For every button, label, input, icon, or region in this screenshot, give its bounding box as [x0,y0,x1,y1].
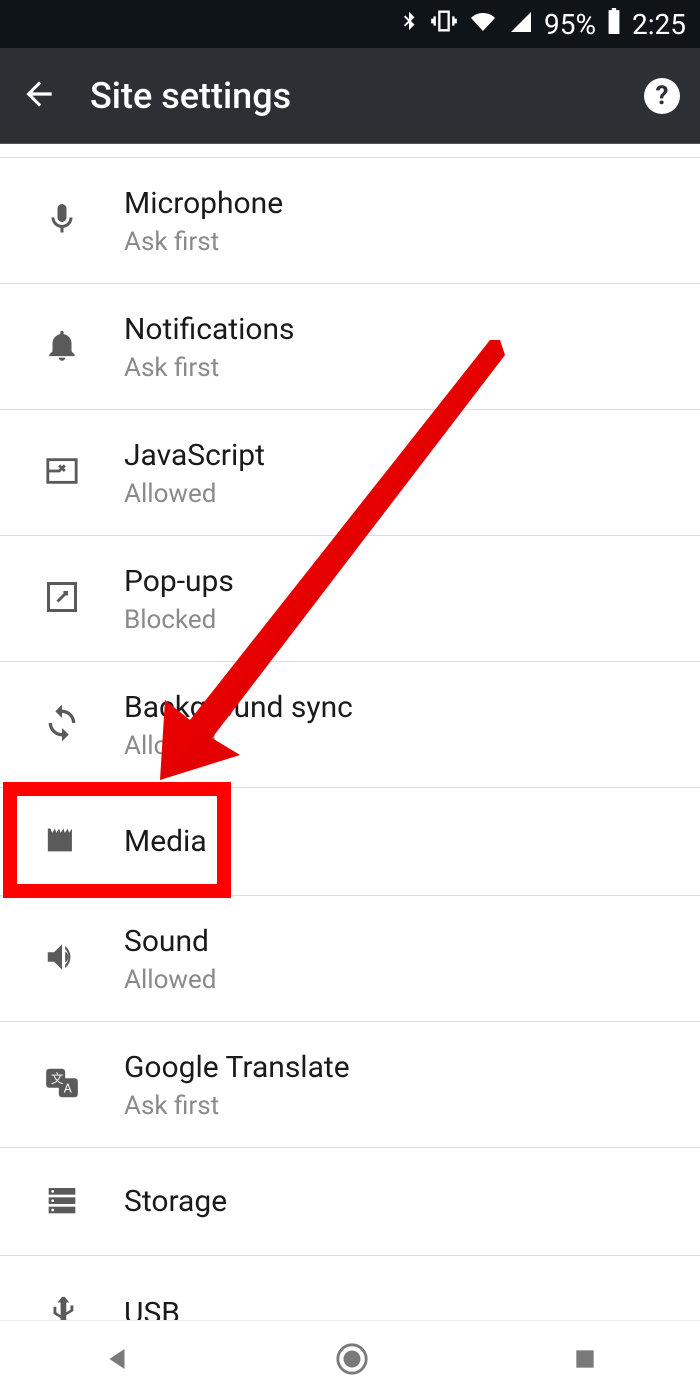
status-icons: 95% 2:25 [398,7,686,42]
item-status: Ask first [124,227,680,257]
item-status: Allowed [124,479,680,509]
item-label: Google Translate [124,1048,680,1087]
vibrate-icon [430,7,458,42]
item-status: Blocked [124,605,680,635]
navigation-bar [0,1320,700,1400]
item-javascript[interactable]: JavaScript Allowed [0,410,700,536]
item-popups[interactable]: Pop-ups Blocked [0,536,700,662]
bluetooth-icon [398,7,420,42]
bell-icon [43,325,81,369]
battery-percent: 95% [544,8,596,41]
microphone-icon [44,198,80,244]
back-icon[interactable] [20,75,58,117]
item-label: Background sync [124,688,680,727]
signal-icon [508,8,534,41]
item-notifications[interactable]: Notifications Ask first [0,284,700,410]
item-status: Allowed [124,965,680,995]
sound-icon [42,938,82,980]
item-label: Pop-ups [124,562,680,601]
clock-text: 2:25 [632,8,686,41]
status-bar: 95% 2:25 [0,0,700,48]
translate-icon: 文A [42,1064,82,1106]
top-divider [0,144,700,158]
item-background-sync[interactable]: Background sync Allowed [0,662,700,788]
item-google-translate[interactable]: 文A Google Translate Ask first [0,1022,700,1148]
settings-list: Microphone Ask first Notifications Ask f… [0,158,700,1370]
item-label: JavaScript [124,436,680,475]
storage-icon [42,1184,82,1220]
item-storage[interactable]: Storage [0,1148,700,1256]
page-title: Site settings [90,75,612,117]
item-status: Allowed [124,731,680,761]
wifi-icon [468,8,498,41]
media-icon [42,823,82,861]
nav-home-icon[interactable] [335,1342,369,1380]
help-icon[interactable]: ? [644,78,680,114]
svg-text:文: 文 [51,1072,64,1087]
item-status: Ask first [124,353,680,383]
sync-icon [42,703,82,747]
battery-icon [606,8,622,41]
nav-back-icon[interactable] [102,1344,132,1378]
item-label: Microphone [124,184,680,223]
item-label: Media [124,822,680,861]
popup-icon [44,579,80,619]
nav-recent-icon[interactable] [572,1346,598,1376]
item-media[interactable]: Media [0,788,700,896]
item-label: Sound [124,922,680,961]
item-microphone[interactable]: Microphone Ask first [0,158,700,284]
item-sound[interactable]: Sound Allowed [0,896,700,1022]
javascript-icon [40,454,84,492]
item-status: Ask first [124,1091,680,1121]
item-label: Notifications [124,310,680,349]
svg-text:A: A [64,1081,73,1096]
item-label: Storage [124,1182,680,1221]
app-bar: Site settings ? [0,48,700,144]
